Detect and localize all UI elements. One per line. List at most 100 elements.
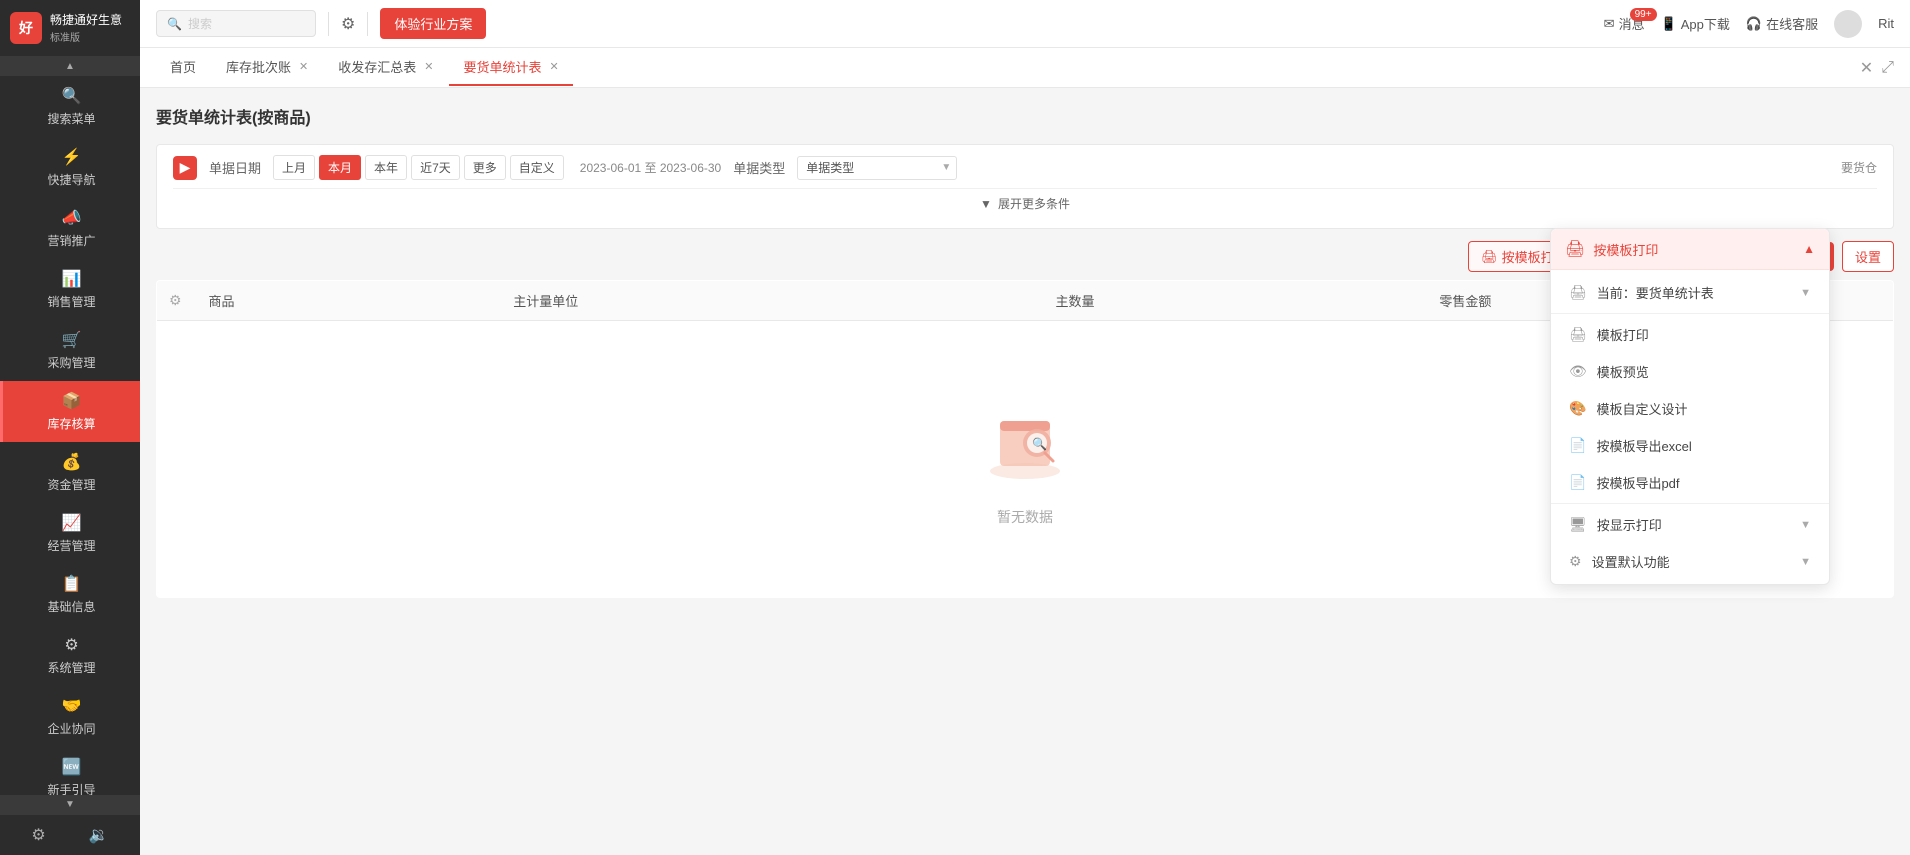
empty-icon: 🔍 <box>975 391 1075 491</box>
current-item-arrow: ▼ <box>1800 287 1811 299</box>
template-design-icon: 🎨 <box>1569 400 1586 417</box>
expand-conditions-btn[interactable]: ▼ 展开更多条件 <box>173 188 1877 218</box>
sidebar-item-label: 系统管理 <box>47 659 95 676</box>
marketing-icon: 📣 <box>62 208 82 228</box>
message-button[interactable]: ✉ 消息 99+ <box>1604 14 1645 33</box>
tab-batch-account[interactable]: 库存批次账 ✕ <box>212 49 322 86</box>
dropdown-divider-1 <box>1551 313 1829 314</box>
basics-icon: 📋 <box>62 574 82 594</box>
service-button[interactable]: 🎧 在线客服 <box>1746 14 1818 33</box>
dropdown-item-label: 模板打印 <box>1597 325 1649 344</box>
sidebar-item-finance[interactable]: 💰 资金管理 <box>0 442 140 503</box>
expand-label: 展开更多条件 <box>998 195 1070 212</box>
sidebar-item-label: 库存核算 <box>47 415 95 432</box>
sidebar-item-basics[interactable]: 📋 基础信息 <box>0 564 140 625</box>
message-badge: 99+ <box>1630 8 1657 21</box>
sidebar-item-guide[interactable]: 🆕 新手引导 <box>0 747 140 795</box>
system-icon: ⚙ <box>64 635 78 655</box>
sound-icon[interactable]: 🔉 <box>89 825 109 845</box>
dropdown-item-template-pdf[interactable]: 📄 按模板导出pdf <box>1551 464 1829 501</box>
date-btn-custom[interactable]: 自定义 <box>510 155 564 180</box>
sidebar-item-sales[interactable]: 📊 销售管理 <box>0 259 140 320</box>
date-btn-curr-month[interactable]: 本月 <box>319 155 361 180</box>
topbar-gear-icon[interactable]: ⚙ <box>341 14 355 34</box>
trial-button[interactable]: 体验行业方案 <box>380 8 486 39</box>
collab-icon: 🤝 <box>62 696 82 716</box>
template-excel-icon: 📄 <box>1569 437 1586 454</box>
topbar-divider <box>328 12 329 36</box>
empty-text: 暂无数据 <box>997 507 1053 527</box>
tab-close-receipt[interactable]: ✕ <box>424 60 433 73</box>
sidebar-item-inventory[interactable]: 📦 库存核算 <box>0 381 140 442</box>
sidebar-item-label: 营销推广 <box>47 232 95 249</box>
tabs-right-actions: ✕ ⤢ <box>1860 58 1894 78</box>
dropdown-chevron-icon[interactable]: ▲ <box>1803 242 1815 256</box>
page-title: 要货单统计表(按商品) <box>156 104 1894 128</box>
dropdown-item-template-excel[interactable]: 📄 按模板导出excel <box>1551 427 1829 464</box>
tab-bar: 首页 库存批次账 ✕ 收发存汇总表 ✕ 要货单统计表 ✕ ✕ ⤢ <box>140 48 1910 88</box>
filter-bar: ▶ 单据日期 上月 本月 本年 近7天 更多 自定义 2023-06-01 至 … <box>156 144 1894 229</box>
sidebar-item-marketing[interactable]: 📣 营销推广 <box>0 198 140 259</box>
logo-name: 畅捷通好生意 <box>50 12 122 29</box>
sidebar-item-label: 采购管理 <box>47 354 95 371</box>
col-product: 商品 <box>197 281 502 321</box>
date-btn-more[interactable]: 更多 <box>464 155 506 180</box>
logo-badge: 标准版 <box>50 29 122 44</box>
current-item-icon: 🖨 <box>1569 284 1587 301</box>
tabs-close-all-icon[interactable]: ✕ <box>1860 58 1873 78</box>
tabs-maximize-icon[interactable]: ⤢ <box>1881 59 1894 77</box>
date-range-text: 2023-06-01 至 2023-06-30 <box>580 159 721 176</box>
tab-home[interactable]: 首页 <box>156 49 210 86</box>
default-func-icon: ⚙ <box>1569 553 1582 570</box>
headset-icon: 🎧 <box>1746 16 1762 32</box>
date-btn-last7[interactable]: 近7天 <box>411 155 460 180</box>
tab-label: 首页 <box>170 57 196 76</box>
table-settings-icon[interactable]: ⚙ <box>169 292 182 308</box>
avatar[interactable] <box>1834 10 1862 38</box>
guide-icon: 🆕 <box>62 757 82 777</box>
message-icon: ✉ <box>1604 16 1615 32</box>
logo-text-block: 畅捷通好生意 标准版 <box>50 12 122 44</box>
finance-icon: 💰 <box>62 452 82 472</box>
tab-receipt-summary[interactable]: 收发存汇总表 ✕ <box>324 49 447 86</box>
username-label: Rit <box>1878 16 1894 31</box>
tab-close-order[interactable]: ✕ <box>550 60 559 73</box>
template-print-icon: 🖨 <box>1569 326 1587 343</box>
sidebar-item-collab[interactable]: 🤝 企业协同 <box>0 686 140 747</box>
search-box[interactable]: 🔍 搜索 <box>156 10 316 37</box>
sidebar-scroll-down[interactable]: ▼ <box>0 795 140 814</box>
date-btn-curr-year[interactable]: 本年 <box>365 155 407 180</box>
sidebar-item-quicknav[interactable]: ⚡ 快捷导航 <box>0 137 140 198</box>
sidebar-item-search[interactable]: 🔍 搜索菜单 <box>0 76 140 137</box>
sidebar-item-system[interactable]: ⚙ 系统管理 <box>0 625 140 686</box>
printer-icon: 🖨 <box>1481 249 1498 265</box>
date-button-group: 上月 本月 本年 近7天 更多 自定义 <box>273 155 564 180</box>
filter-expand-arrow[interactable]: ▶ <box>173 156 197 180</box>
app-download-button[interactable]: 📱 App下载 <box>1661 14 1730 33</box>
dropdown-item-template-print[interactable]: 🖨 模板打印 <box>1551 316 1829 353</box>
search-icon: 🔍 <box>62 86 82 106</box>
dropdown-printer-icon: 🖨 <box>1565 239 1585 259</box>
dropdown-item-label: 设置默认功能 <box>1592 552 1670 571</box>
col-quantity: 主数量 <box>1043 281 1427 321</box>
sidebar-scroll-up[interactable]: ▲ <box>0 57 140 76</box>
date-btn-prev-month[interactable]: 上月 <box>273 155 315 180</box>
dropdown-item-default-func[interactable]: ⚙ 设置默认功能 ▼ <box>1551 543 1829 580</box>
settings-button[interactable]: 设置 <box>1842 241 1894 272</box>
dropdown-current-item[interactable]: 🖨 当前：要货单统计表 ▼ <box>1551 274 1829 311</box>
operations-icon: 📈 <box>62 513 82 533</box>
dropdown-item-template-preview[interactable]: 👁 模板预览 <box>1551 353 1829 390</box>
display-print-arrow: ▼ <box>1800 519 1811 531</box>
sidebar-item-purchase[interactable]: 🛒 采购管理 <box>0 320 140 381</box>
service-label: 在线客服 <box>1766 14 1818 33</box>
more-filter-label[interactable]: 要货仓 <box>1841 159 1877 176</box>
order-type-select[interactable]: 单据类型 <box>797 156 957 180</box>
dropdown-body: 🖨 当前：要货单统计表 ▼ 🖨 模板打印 👁 模板预览 🎨 <box>1551 270 1829 584</box>
settings-bottom-icon[interactable]: ⚙ <box>31 825 45 845</box>
tab-close-batch[interactable]: ✕ <box>299 60 308 73</box>
tab-label: 库存批次账 <box>226 57 291 76</box>
dropdown-item-template-design[interactable]: 🎨 模板自定义设计 <box>1551 390 1829 427</box>
dropdown-item-display-print[interactable]: 🖥 按显示打印 ▼ <box>1551 506 1829 543</box>
tab-order-stats[interactable]: 要货单统计表 ✕ <box>449 49 572 86</box>
sidebar-item-operations[interactable]: 📈 经营管理 <box>0 503 140 564</box>
